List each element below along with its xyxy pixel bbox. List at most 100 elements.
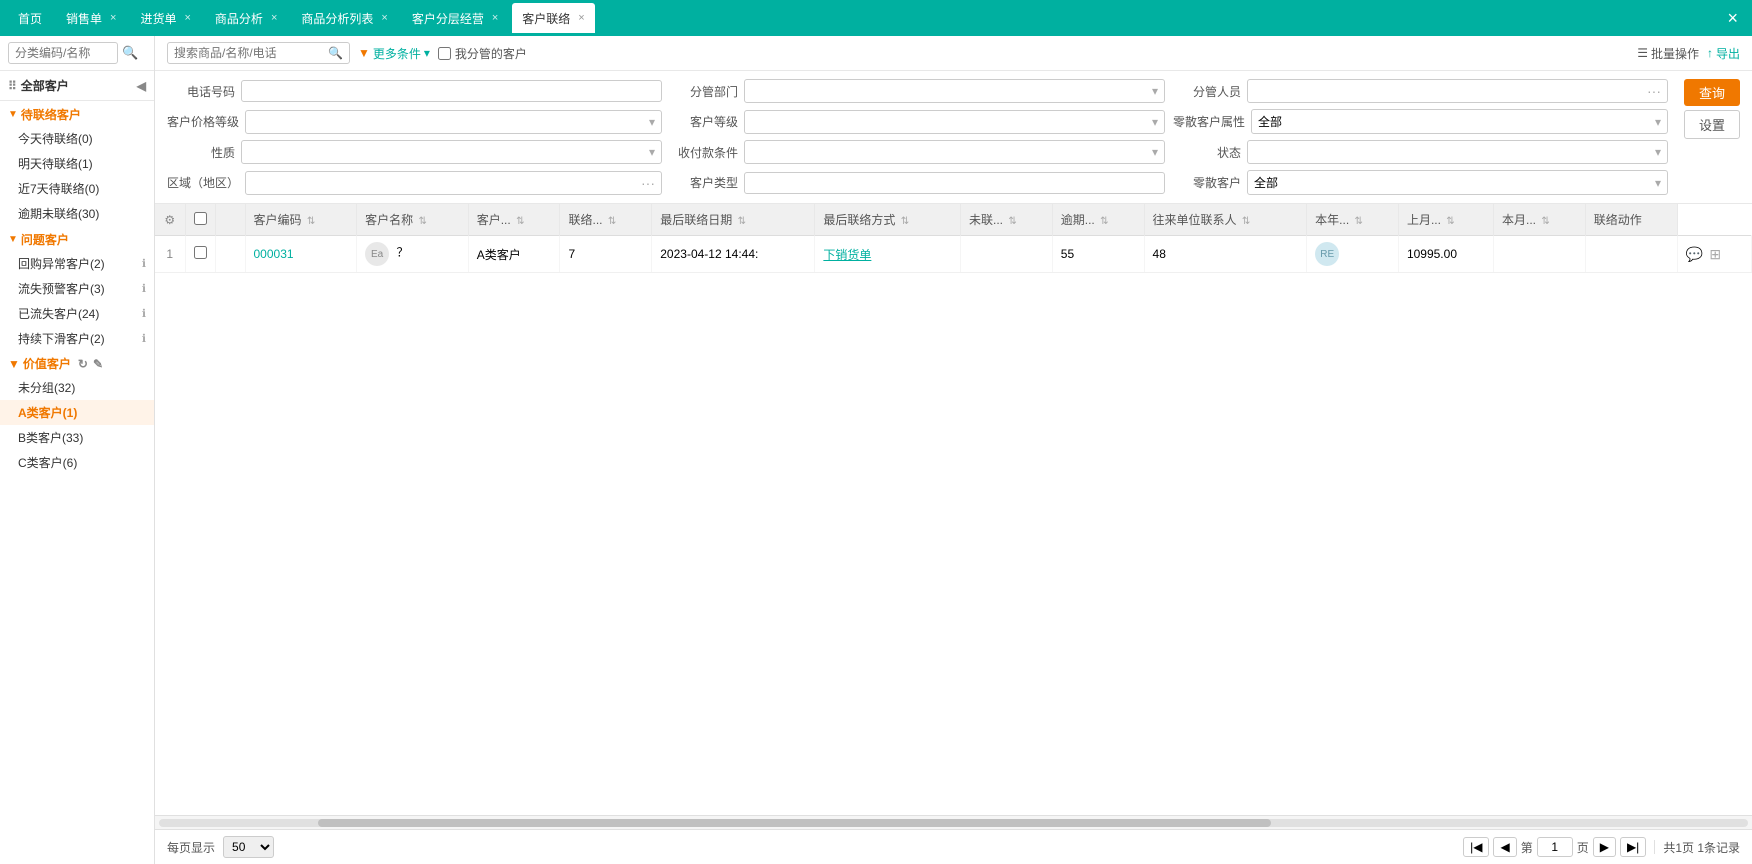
section-pending-contact[interactable]: ▼ 待联络客户 <box>0 101 154 126</box>
col-checkbox[interactable] <box>185 204 215 236</box>
retail-attr-select[interactable]: 全部 ▾ <box>1251 109 1668 134</box>
query-button[interactable]: 查询 <box>1684 79 1740 106</box>
first-page-button[interactable]: |◀ <box>1463 837 1489 857</box>
arrow-icon-3: ▼ <box>8 357 20 371</box>
nav-home[interactable]: 首页 <box>8 3 52 33</box>
section-problem-customers[interactable]: ▼ 问题客户 <box>0 226 154 251</box>
more-filters-button[interactable]: ▼ 更多条件 ▾ <box>358 45 430 62</box>
sidebar-item-unclassified[interactable]: 未分组(32) <box>0 375 154 400</box>
col-overdue[interactable]: 逾期... ⇅ <box>1052 204 1144 236</box>
horizontal-scrollbar[interactable] <box>155 815 1752 829</box>
settings-icon[interactable]: ⚙ <box>164 213 175 227</box>
nav-customer-tier[interactable]: 客户分层经营 × <box>402 3 508 33</box>
close-product-analysis-tab[interactable]: × <box>271 12 277 24</box>
settings-button[interactable]: 设置 <box>1684 110 1740 139</box>
col-uncontact[interactable]: 未联... ⇅ <box>961 204 1053 236</box>
retail-select[interactable]: 全部 ▾ <box>1247 170 1668 195</box>
prev-page-button[interactable]: ◀ <box>1493 837 1516 857</box>
my-customers-check[interactable] <box>438 47 451 60</box>
collapse-icon[interactable]: ◀ <box>137 79 146 93</box>
contact-person-avatar: RE <box>1315 242 1339 266</box>
row-uncontact <box>961 236 1053 273</box>
close-purchase-tab[interactable]: × <box>184 12 190 24</box>
sidebar-item-class-b[interactable]: B类客户(33) <box>0 425 154 450</box>
col-settings[interactable]: ⚙ <box>155 204 185 236</box>
main-search-input[interactable] <box>174 46 324 60</box>
col-contact-count[interactable]: 联络... ⇅ <box>560 204 652 236</box>
row-checkbox[interactable] <box>194 246 207 259</box>
nav-purchase[interactable]: 进货单 × <box>130 3 200 33</box>
scroll-track[interactable] <box>159 819 1748 827</box>
col-last-month[interactable]: 上月... ⇅ <box>1398 204 1493 236</box>
sort-contact: ⇅ <box>608 216 616 227</box>
col-contact-person[interactable]: 往来单位联系人 ⇅ <box>1144 204 1307 236</box>
next-page-button[interactable]: ▶ <box>1593 837 1616 857</box>
payment-select[interactable]: ▾ <box>744 140 1165 164</box>
price-arrow: ▾ <box>649 115 655 129</box>
row-checkbox-cell[interactable] <box>185 236 215 273</box>
qr-action-icon[interactable]: ⊞ <box>1709 246 1721 263</box>
sidebar-all-customers[interactable]: ⠿ 全部客户 ◀ <box>0 71 154 101</box>
page-size-select[interactable]: 50 100 200 <box>223 836 274 858</box>
sidebar-item-today[interactable]: 今天待联络(0) <box>0 126 154 151</box>
sidebar-item-tomorrow[interactable]: 明天待联络(1) <box>0 151 154 176</box>
region-select[interactable]: ··· <box>245 171 662 195</box>
row-year-amount: 10995.00 <box>1398 236 1493 273</box>
sidebar-item-churned[interactable]: 已流失客户(24) ℹ <box>0 301 154 326</box>
filter-panel: 电话号码 分管部门 ▾ 分管人员 <box>155 71 1752 204</box>
sidebar-item-abnormal-repurchase[interactable]: 回购异常客户(2) ℹ <box>0 251 154 276</box>
comment-action-icon[interactable]: 💬 <box>1686 246 1703 263</box>
close-all-button[interactable]: × <box>1721 6 1744 31</box>
nav-product-list[interactable]: 商品分析列表 × <box>291 3 397 33</box>
sidebar-item-overdue[interactable]: 逾期未联络(30) <box>0 201 154 226</box>
edit-icon[interactable]: ✎ <box>93 357 103 371</box>
customer-type-input[interactable] <box>744 172 1165 194</box>
manager-select[interactable]: ··· <box>1247 79 1668 103</box>
sidebar-item-class-c[interactable]: C类客户(6) <box>0 450 154 475</box>
row-last-method[interactable]: 下销货单 <box>815 236 961 273</box>
nature-select[interactable]: ▾ <box>241 140 662 164</box>
nav-sales[interactable]: 销售单 × <box>56 3 126 33</box>
dept-select[interactable]: ▾ <box>744 79 1165 103</box>
price-level-select[interactable]: ▾ <box>245 110 662 134</box>
status-select[interactable]: ▾ <box>1247 140 1668 164</box>
search-icon-main[interactable]: 🔍 <box>328 46 343 60</box>
last-page-button[interactable]: ▶| <box>1620 837 1646 857</box>
scroll-thumb[interactable] <box>318 819 1271 827</box>
col-last-date[interactable]: 最后联络日期 ⇅ <box>652 204 815 236</box>
category-search-input[interactable] <box>8 42 118 64</box>
page-number-input[interactable] <box>1537 837 1573 857</box>
sort-last-month: ⇅ <box>1446 216 1454 227</box>
select-all-checkbox[interactable] <box>194 212 207 225</box>
status-arrow: ▾ <box>1655 145 1661 159</box>
col-customer-type[interactable]: 客户... ⇅ <box>468 204 560 236</box>
col-last-method[interactable]: 最后联络方式 ⇅ <box>815 204 961 236</box>
sidebar-item-7days[interactable]: 近7天待联络(0) <box>0 176 154 201</box>
col-code[interactable]: 客户编码 ⇅ <box>245 204 357 236</box>
phone-input[interactable] <box>241 80 662 102</box>
row-customer-type: A类客户 <box>468 236 560 273</box>
refresh-icon[interactable]: ↻ <box>78 357 88 371</box>
close-sales-tab[interactable]: × <box>110 12 116 24</box>
batch-operation-button[interactable]: ☰ 批量操作 <box>1637 45 1699 62</box>
col-name[interactable]: 客户名称 ⇅ <box>357 204 469 236</box>
customer-level-select[interactable]: ▾ <box>744 110 1165 134</box>
row-name[interactable]: Ea ？ <box>357 236 469 273</box>
close-product-list-tab[interactable]: × <box>381 12 387 24</box>
nav-customer-contact[interactable]: 客户联络 × <box>512 3 594 33</box>
sidebar-item-class-a[interactable]: A类客户(1) <box>0 400 154 425</box>
section-value-customers[interactable]: ▼ 价值客户 ↻ ✎ <box>0 351 154 375</box>
col-year[interactable]: 本年... ⇅ <box>1307 204 1399 236</box>
nav-product-analysis[interactable]: 商品分析 × <box>205 3 287 33</box>
col-this-month[interactable]: 本月... ⇅ <box>1493 204 1585 236</box>
sidebar-item-declining[interactable]: 持续下滑客户(2) ℹ <box>0 326 154 351</box>
sidebar-search-icon[interactable]: 🔍 <box>122 45 138 61</box>
close-customer-contact-tab[interactable]: × <box>578 12 584 24</box>
export-button[interactable]: ↑ 导出 <box>1707 45 1740 62</box>
filter-cell-nature: 性质 ▾ <box>167 140 662 164</box>
sidebar-item-churn-warning[interactable]: 流失预警客户(3) ℹ <box>0 276 154 301</box>
close-customer-tier-tab[interactable]: × <box>492 12 498 24</box>
last-method-link[interactable]: 下销货单 <box>823 248 871 262</box>
row-actions: 💬 ⊞ <box>1677 236 1751 273</box>
row-code[interactable]: 000031 <box>245 236 357 273</box>
